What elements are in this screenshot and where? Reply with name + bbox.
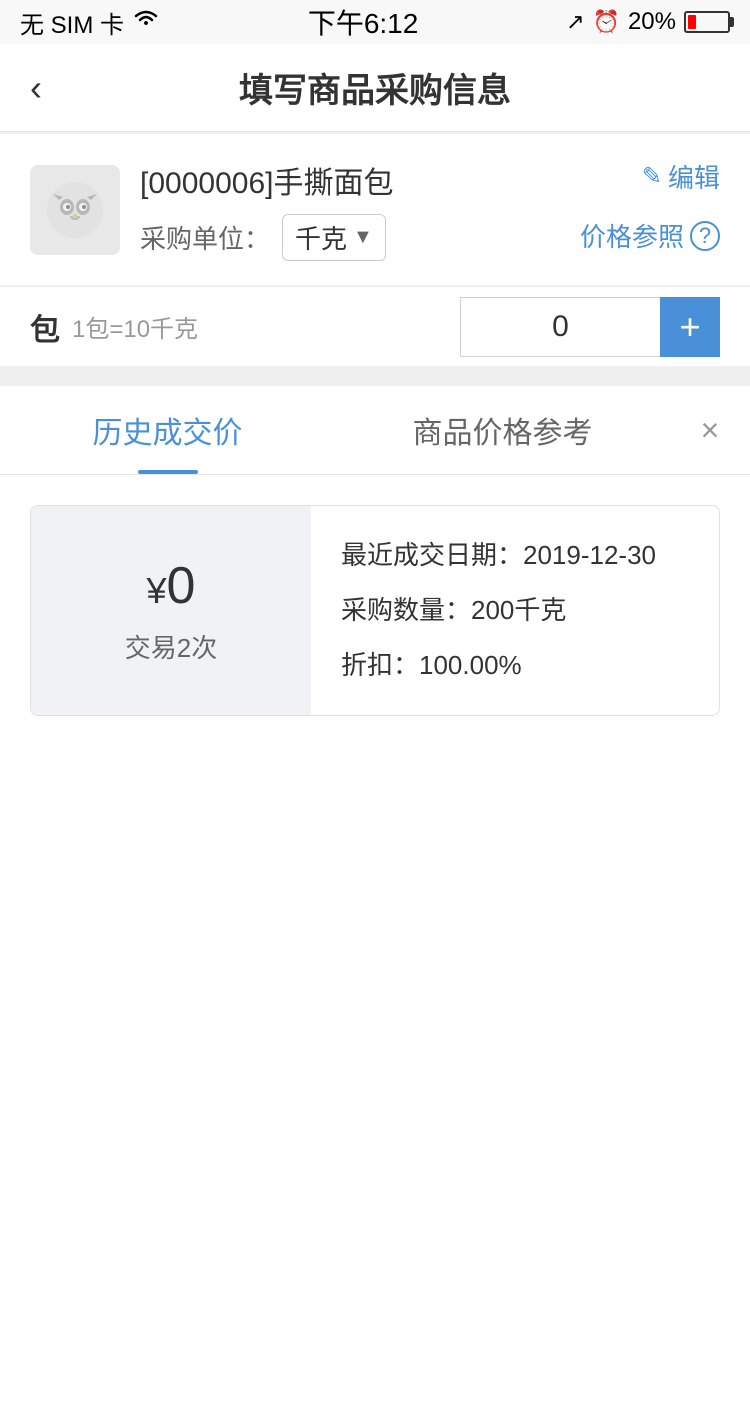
- battery-percent: 20%: [628, 8, 676, 36]
- discount-label: 折扣：: [341, 650, 419, 680]
- quantity-input[interactable]: [460, 297, 660, 357]
- unit-select[interactable]: 千克 ▼: [282, 214, 386, 261]
- discount-value: 100.00%: [419, 650, 522, 680]
- product-name: [0000006]手撕面包: [140, 158, 393, 202]
- back-button[interactable]: ‹: [30, 67, 42, 109]
- product-header: [0000006]手撕面包 采购单位： 千克 ▼ ✎ 编辑 价格: [30, 158, 720, 261]
- yen-symbol: ¥: [147, 570, 167, 611]
- trade-card-details: 最近成交日期：2019-12-30 采购数量：200千克 折扣：100.00%: [311, 506, 719, 715]
- trade-price: ¥0: [147, 556, 196, 616]
- product-card: [0000006]手撕面包 采购单位： 千克 ▼ ✎ 编辑 价格: [0, 134, 750, 285]
- price-value: 0: [167, 557, 196, 615]
- discount-row: 折扣：100.00%: [341, 646, 689, 685]
- product-thumbnail: [30, 165, 120, 255]
- tab-active-indicator: [138, 470, 198, 474]
- recent-date-row: 最近成交日期：2019-12-30: [341, 536, 689, 575]
- unit-label: 采购单位：: [140, 219, 270, 256]
- purchase-qty-value: 200千克: [471, 595, 566, 625]
- purchase-qty-label: 采购数量：: [341, 595, 471, 625]
- quantity-right: +: [460, 297, 720, 357]
- price-ref-icon: ?: [690, 221, 720, 251]
- trade-card-price-section: ¥0 交易2次: [31, 506, 311, 715]
- main-content: [0000006]手撕面包 采购单位： 千克 ▼ ✎ 编辑 价格: [0, 132, 750, 1422]
- tab-product-price-ref-label: 商品价格参考: [413, 408, 593, 452]
- page-title: 填写商品采购信息: [239, 63, 511, 112]
- price-reference-button[interactable]: 价格参照 ?: [580, 217, 720, 254]
- status-right: ↗ ⏰ 20%: [566, 8, 730, 36]
- product-left: [0000006]手撕面包 采购单位： 千克 ▼: [30, 158, 393, 261]
- edit-button[interactable]: ✎ 编辑: [642, 158, 720, 195]
- tab-historical-price-label: 历史成交价: [93, 408, 243, 452]
- sim-label: 无 SIM 卡: [20, 5, 124, 40]
- status-bar: 无 SIM 卡 下午6:12 ↗ ⏰ 20%: [0, 0, 750, 44]
- recent-date-value: 2019-12-30: [523, 540, 656, 570]
- tabs-header: 历史成交价 商品价格参考 ×: [0, 386, 750, 475]
- edit-label: 编辑: [668, 158, 720, 195]
- location-icon: ↗: [566, 9, 584, 35]
- status-left: 无 SIM 卡: [20, 5, 160, 40]
- status-time: 下午6:12: [308, 2, 419, 42]
- alarm-icon: ⏰: [593, 9, 620, 35]
- product-image: [40, 175, 110, 245]
- price-ref-label: 价格参照: [580, 217, 684, 254]
- trade-count: 交易2次: [125, 628, 217, 665]
- trade-card: ¥0 交易2次 最近成交日期：2019-12-30 采购数量：200千克 折扣：…: [30, 505, 720, 716]
- product-info: [0000006]手撕面包 采购单位： 千克 ▼: [140, 158, 393, 261]
- quantity-unit-badge: 包: [30, 305, 60, 349]
- edit-icon: ✎: [642, 162, 662, 191]
- product-unit-row: 采购单位： 千克 ▼: [140, 214, 393, 261]
- nav-bar: ‹ 填写商品采购信息: [0, 44, 750, 132]
- quantity-left: 包 1包=10千克: [30, 305, 198, 349]
- dropdown-arrow-icon: ▼: [353, 226, 373, 249]
- quantity-equiv: 1包=10千克: [72, 309, 198, 344]
- unit-value: 千克: [295, 219, 347, 256]
- quantity-section: 包 1包=10千克 +: [0, 286, 750, 366]
- product-right: ✎ 编辑 价格参照 ?: [580, 158, 720, 254]
- bottom-panel: 历史成交价 商品价格参考 × ¥0 交易2次 最近成交日期：2019-12-30: [0, 386, 750, 1422]
- tab-product-price-ref[interactable]: 商品价格参考: [335, 386, 670, 474]
- recent-date-label: 最近成交日期：: [341, 540, 523, 570]
- tab-historical-price[interactable]: 历史成交价: [0, 386, 335, 474]
- quantity-plus-button[interactable]: +: [660, 297, 720, 357]
- battery-icon: [684, 8, 730, 36]
- panel-close-button[interactable]: ×: [670, 386, 750, 474]
- purchase-qty-row: 采购数量：200千克: [341, 591, 689, 630]
- wifi-icon: [132, 8, 160, 36]
